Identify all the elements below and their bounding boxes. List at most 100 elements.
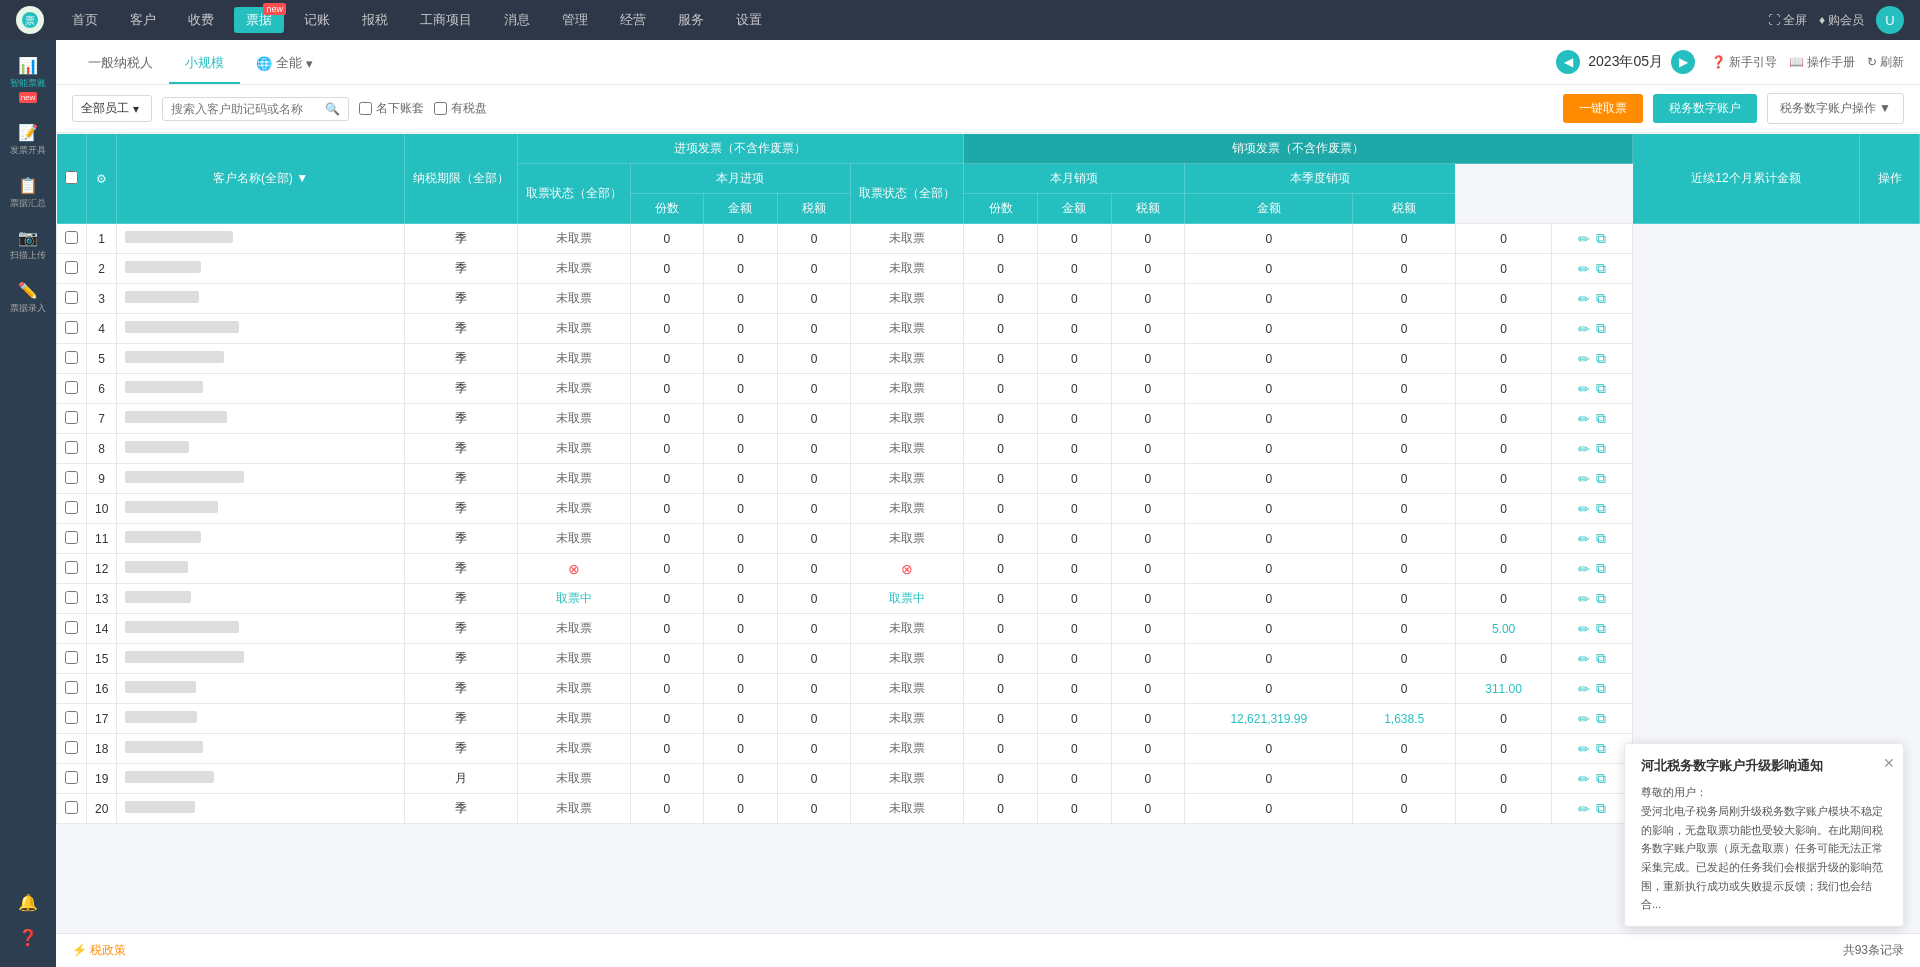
digital-account-btn[interactable]: 税务数字账户 xyxy=(1653,94,1757,123)
notif-close-btn[interactable]: ✕ xyxy=(1883,752,1895,774)
row-checkbox[interactable] xyxy=(65,621,78,634)
copy-icon[interactable]: ⧉ xyxy=(1596,290,1606,307)
nav-msg[interactable]: 消息 xyxy=(492,7,542,33)
copy-icon[interactable]: ⧉ xyxy=(1596,620,1606,637)
copy-icon[interactable]: ⧉ xyxy=(1596,470,1606,487)
copy-icon[interactable]: ⧉ xyxy=(1596,440,1606,457)
copy-icon[interactable]: ⧉ xyxy=(1596,680,1606,697)
row-checkbox[interactable] xyxy=(65,441,78,454)
sidebar-item-entry[interactable]: ✏️ 票据录入 xyxy=(0,273,56,322)
td-name[interactable] xyxy=(117,404,404,434)
edit-icon[interactable]: ✏ xyxy=(1578,381,1590,397)
td-name[interactable] xyxy=(117,314,404,344)
copy-icon[interactable]: ⧉ xyxy=(1596,590,1606,607)
td-name[interactable] xyxy=(117,464,404,494)
row-checkbox[interactable] xyxy=(65,801,78,814)
row-checkbox[interactable] xyxy=(65,261,78,274)
manual-btn[interactable]: 📖 操作手册 xyxy=(1789,54,1855,71)
copy-icon[interactable]: ⧉ xyxy=(1596,740,1606,757)
vip-btn[interactable]: ♦ 购会员 xyxy=(1819,12,1864,29)
rolling12-value[interactable]: 5.00 xyxy=(1492,622,1515,636)
edit-icon[interactable]: ✏ xyxy=(1578,501,1590,517)
nav-biz[interactable]: 工商项目 xyxy=(408,7,484,33)
has-tax-checkbox-label[interactable]: 有税盘 xyxy=(434,100,487,117)
edit-icon[interactable]: ✏ xyxy=(1578,351,1590,367)
sidebar-item-openinvoice[interactable]: 📝 发票开具 xyxy=(0,115,56,164)
guide-btn[interactable]: ❓ 新手引导 xyxy=(1711,54,1777,71)
edit-icon[interactable]: ✏ xyxy=(1578,681,1590,697)
td-name[interactable] xyxy=(117,284,404,314)
edit-icon[interactable]: ✏ xyxy=(1578,441,1590,457)
td-name[interactable] xyxy=(117,434,404,464)
row-checkbox[interactable] xyxy=(65,231,78,244)
sidebar-item-summary[interactable]: 📋 票据汇总 xyxy=(0,168,56,217)
tab-general[interactable]: 一般纳税人 xyxy=(72,44,169,84)
row-checkbox[interactable] xyxy=(65,291,78,304)
td-name[interactable] xyxy=(117,494,404,524)
copy-icon[interactable]: ⧉ xyxy=(1596,710,1606,727)
edit-icon[interactable]: ✏ xyxy=(1578,411,1590,427)
edit-icon[interactable]: ✏ xyxy=(1578,321,1590,337)
sidebar-item-smartticket[interactable]: 📊 智能票账 new xyxy=(0,48,56,111)
qtr-tax-value[interactable]: 1,638.5 xyxy=(1384,712,1424,726)
td-name[interactable] xyxy=(117,524,404,554)
td-name[interactable] xyxy=(117,614,404,644)
copy-icon[interactable]: ⧉ xyxy=(1596,650,1606,667)
sidebar-item-scan[interactable]: 📷 扫描上传 xyxy=(0,220,56,269)
td-name[interactable] xyxy=(117,554,404,584)
row-checkbox[interactable] xyxy=(65,471,78,484)
row-checkbox[interactable] xyxy=(65,741,78,754)
row-checkbox[interactable] xyxy=(65,591,78,604)
search-icon[interactable]: 🔍 xyxy=(325,102,340,116)
copy-icon[interactable]: ⧉ xyxy=(1596,410,1606,427)
edit-icon[interactable]: ✏ xyxy=(1578,801,1590,817)
edit-icon[interactable]: ✏ xyxy=(1578,771,1590,787)
user-avatar[interactable]: U xyxy=(1876,6,1904,34)
copy-icon[interactable]: ⧉ xyxy=(1596,530,1606,547)
td-name[interactable] xyxy=(117,224,404,254)
row-checkbox[interactable] xyxy=(65,321,78,334)
select-all-checkbox[interactable] xyxy=(65,171,78,184)
edit-icon[interactable]: ✏ xyxy=(1578,291,1590,307)
row-checkbox[interactable] xyxy=(65,771,78,784)
row-checkbox[interactable] xyxy=(65,711,78,724)
td-name[interactable] xyxy=(117,254,404,284)
copy-icon[interactable]: ⧉ xyxy=(1596,260,1606,277)
td-name[interactable] xyxy=(117,344,404,374)
nav-settings[interactable]: 设置 xyxy=(724,7,774,33)
search-input[interactable] xyxy=(171,102,321,116)
tab-all[interactable]: 🌐 全能 ▾ xyxy=(240,44,329,84)
nav-fee[interactable]: 收费 xyxy=(176,7,226,33)
sidebar-item-help[interactable]: ❓ xyxy=(14,920,42,955)
copy-icon[interactable]: ⧉ xyxy=(1596,500,1606,517)
tax-policy-link[interactable]: ⚡ 税政策 xyxy=(72,942,126,959)
one-key-btn[interactable]: 一键取票 xyxy=(1563,94,1643,123)
td-name[interactable] xyxy=(117,734,404,764)
nav-home[interactable]: 首页 xyxy=(60,7,110,33)
row-checkbox[interactable] xyxy=(65,651,78,664)
td-name[interactable] xyxy=(117,584,404,614)
nav-service[interactable]: 服务 xyxy=(666,7,716,33)
row-checkbox[interactable] xyxy=(65,681,78,694)
edit-icon[interactable]: ✏ xyxy=(1578,231,1590,247)
edit-icon[interactable]: ✏ xyxy=(1578,561,1590,577)
next-month-btn[interactable]: ▶ xyxy=(1671,50,1695,74)
edit-icon[interactable]: ✏ xyxy=(1578,711,1590,727)
copy-icon[interactable]: ⧉ xyxy=(1596,320,1606,337)
fullscreen-btn[interactable]: ⛶ 全屏 xyxy=(1768,12,1807,29)
qtr-amount-value[interactable]: 12,621,319.99 xyxy=(1230,712,1307,726)
edit-icon[interactable]: ✏ xyxy=(1578,621,1590,637)
row-checkbox[interactable] xyxy=(65,411,78,424)
rolling12-value[interactable]: 311.00 xyxy=(1485,682,1522,696)
prev-month-btn[interactable]: ◀ xyxy=(1556,50,1580,74)
edit-icon[interactable]: ✏ xyxy=(1578,591,1590,607)
td-name[interactable] xyxy=(117,764,404,794)
td-name[interactable] xyxy=(117,374,404,404)
copy-icon[interactable]: ⧉ xyxy=(1596,560,1606,577)
row-checkbox[interactable] xyxy=(65,561,78,574)
edit-icon[interactable]: ✏ xyxy=(1578,531,1590,547)
copy-icon[interactable]: ⧉ xyxy=(1596,380,1606,397)
td-name[interactable] xyxy=(117,644,404,674)
row-checkbox[interactable] xyxy=(65,381,78,394)
td-name[interactable] xyxy=(117,704,404,734)
